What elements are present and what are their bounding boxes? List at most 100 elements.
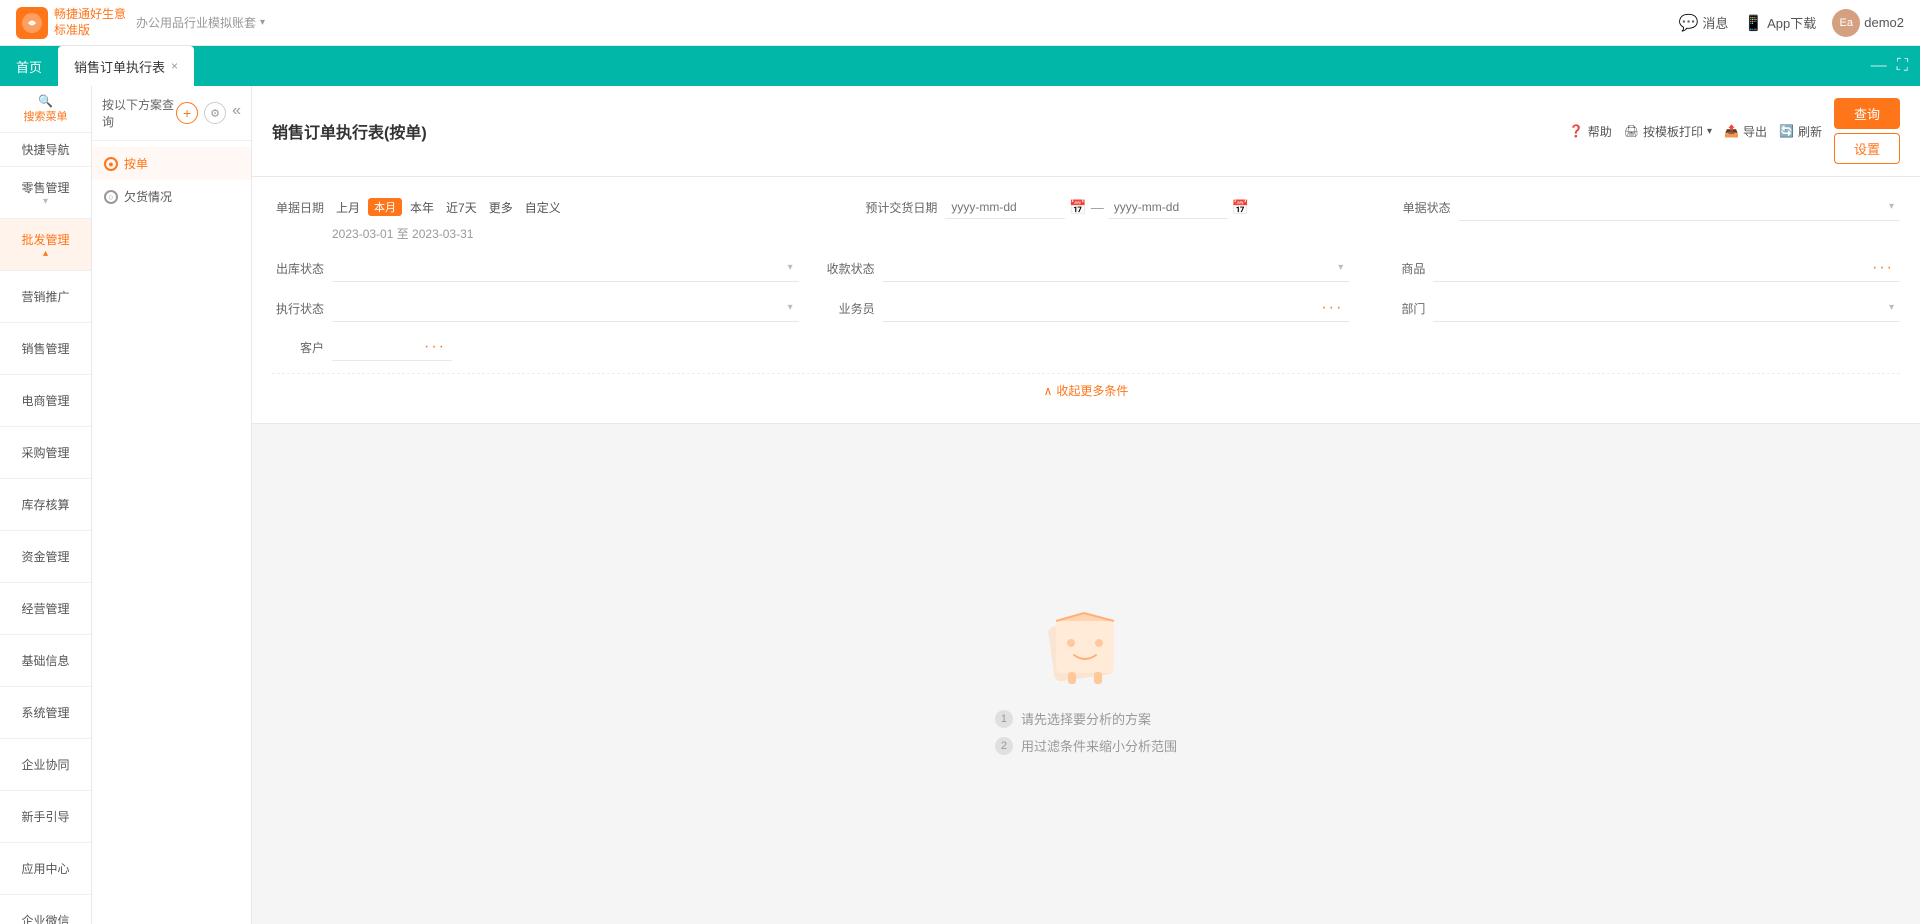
- salesman-more-icon[interactable]: ···: [1321, 299, 1343, 317]
- sidebar-item-ecommerce[interactable]: 电商管理: [0, 375, 91, 427]
- sidebar-item-nav[interactable]: 快捷导航: [0, 133, 91, 167]
- scheme-item-dot-active: ●: [104, 157, 118, 171]
- dept-field: 部门 ▾: [1373, 294, 1900, 322]
- export-icon: 📤: [1724, 124, 1739, 138]
- scheme-item-by-order[interactable]: ● 按单: [92, 147, 251, 180]
- export-btn[interactable]: 📤 导出: [1724, 123, 1767, 140]
- sidebar-item-search[interactable]: 🔍 搜索菜单: [0, 86, 91, 133]
- sidebar-item-finance[interactable]: 资金管理: [0, 531, 91, 583]
- sidebar-item-retail[interactable]: 零售管理 ▾: [0, 167, 91, 219]
- empty-illustration: [1036, 593, 1136, 693]
- logo-text: 畅捷通好生意 标准版: [54, 7, 126, 38]
- scheme-actions: + ⚙ «: [176, 102, 241, 124]
- date-option-more[interactable]: 更多: [485, 197, 517, 218]
- date-field-label: 单据日期: [272, 199, 324, 216]
- sidebar-item-marketing[interactable]: 营销推广: [0, 271, 91, 323]
- message-btn[interactable]: 💬 消息: [1678, 13, 1728, 33]
- empty-state: 1 请先选择要分析的方案 2 用过滤条件来缩小分析范围: [252, 424, 1920, 924]
- tab-home[interactable]: 首页: [0, 46, 58, 86]
- salesman-input-wrap: ···: [883, 295, 1350, 322]
- top-bar-left: 畅捷通好生意 标准版 办公用品行业模拟账套 ▾: [16, 7, 265, 39]
- goods-more-icon[interactable]: ···: [1872, 259, 1894, 277]
- scheme-config-icon: ⚙: [210, 107, 220, 120]
- sidebar-item-apps[interactable]: 应用中心: [0, 843, 91, 895]
- scheme-panel: 按以下方案查询 + ⚙ « ● 按单 ○ 欠货情况: [92, 86, 252, 924]
- status-select[interactable]: ▾: [1459, 193, 1900, 221]
- collapse-chevron-icon: ∧: [1044, 384, 1053, 398]
- date-option-7days[interactable]: 近7天: [442, 197, 481, 218]
- sidebar-item-purchase[interactable]: 采购管理: [0, 427, 91, 479]
- calendar-icon-right: 📅: [1232, 199, 1249, 216]
- template-print-icon: 🖨: [1624, 124, 1639, 138]
- sidebar-item-wechat[interactable]: 企业微信: [0, 895, 91, 924]
- outbound-select[interactable]: ▾: [332, 254, 799, 282]
- scheme-item-dot: ○: [104, 190, 118, 204]
- query-button[interactable]: 查询: [1834, 98, 1900, 129]
- logo-icon: [16, 7, 48, 39]
- exec-field: 执行状态 ▾: [272, 294, 799, 322]
- scheme-header: 按以下方案查询 + ⚙ «: [92, 96, 251, 141]
- sidebar: 🔍 搜索菜单 快捷导航 零售管理 ▾ 批发管理 ▴ 营销推广 销售管理 电商管理…: [0, 86, 92, 924]
- date-option-this-year[interactable]: 本年: [406, 197, 438, 218]
- user-profile[interactable]: Ea demo2: [1832, 9, 1904, 37]
- sidebar-item-guide[interactable]: 新手引导: [0, 791, 91, 843]
- exec-select[interactable]: ▾: [332, 294, 799, 322]
- page-header: 销售订单执行表(按单) ❓ 帮助 🖨 按模板打印 ▾ 📤 导出: [252, 86, 1920, 177]
- date-option-last-month[interactable]: 上月: [332, 197, 364, 218]
- filter-row-3: 执行状态 ▾ 业务员 ··· 部门: [272, 294, 1900, 322]
- date-option-custom[interactable]: 自定义: [521, 197, 565, 218]
- template-print-btn[interactable]: 🖨 按模板打印 ▾: [1624, 123, 1712, 140]
- calendar-icon-left: 📅: [1069, 199, 1086, 216]
- sidebar-item-system[interactable]: 系统管理: [0, 687, 91, 739]
- sidebar-item-inventory[interactable]: 库存核算: [0, 479, 91, 531]
- collapse-bar[interactable]: ∧ 收起更多条件: [272, 373, 1900, 407]
- refresh-icon: 🔄: [1779, 124, 1794, 138]
- scheme-add-btn[interactable]: +: [176, 102, 198, 124]
- goods-input-wrap: ···: [1433, 255, 1900, 282]
- customer-more-icon[interactable]: ···: [424, 338, 446, 356]
- sidebar-item-wholesale[interactable]: 批发管理 ▴: [0, 219, 91, 271]
- top-bar: 畅捷通好生意 标准版 办公用品行业模拟账套 ▾ 💬 消息 📱 App下载 Ea …: [0, 0, 1920, 46]
- expected-date-to[interactable]: [1108, 196, 1228, 219]
- sidebar-item-sales[interactable]: 销售管理: [0, 323, 91, 375]
- outbound-field: 出库状态 ▾: [272, 254, 799, 282]
- expected-date-label: 预计交货日期: [865, 199, 937, 216]
- help-btn[interactable]: ❓ 帮助: [1569, 123, 1612, 140]
- expected-date-from[interactable]: [945, 196, 1065, 219]
- payment-select[interactable]: ▾: [883, 254, 1350, 282]
- app-download-btn[interactable]: 📱 App下载: [1744, 13, 1816, 32]
- tab-close-icon[interactable]: ×: [171, 59, 178, 73]
- tab-sales-exec[interactable]: 销售订单执行表 ×: [58, 46, 194, 86]
- salesman-label: 业务员: [823, 300, 875, 317]
- date-range-dash: —: [1091, 200, 1104, 215]
- hint-num-1: 1: [995, 710, 1013, 728]
- avatar: Ea: [1832, 9, 1860, 37]
- tab-fullscreen-icon[interactable]: ⛶: [1897, 57, 1908, 75]
- date-row: 单据日期 上月 本月 本年 近7天 更多 自定义 预计交货日期: [272, 193, 1900, 221]
- refresh-btn[interactable]: 🔄 刷新: [1779, 123, 1822, 140]
- dept-dropdown-icon: ▾: [1889, 302, 1894, 313]
- scheme-config-btn[interactable]: ⚙: [204, 102, 226, 124]
- date-option-this-month[interactable]: 本月: [368, 198, 402, 216]
- outbound-label: 出库状态: [272, 260, 324, 277]
- dept-select[interactable]: ▾: [1433, 294, 1900, 322]
- breadcrumb[interactable]: 办公用品行业模拟账套 ▾: [136, 14, 265, 31]
- help-icon: ❓: [1569, 124, 1584, 138]
- filter-row-4: 客户 ···: [272, 334, 1900, 361]
- logo-area: 畅捷通好生意 标准版: [16, 7, 126, 39]
- sidebar-item-operations[interactable]: 经营管理: [0, 583, 91, 635]
- hint-num-2: 2: [995, 737, 1013, 755]
- breadcrumb-arrow-icon: ▾: [260, 17, 265, 28]
- setting-button[interactable]: 设置: [1834, 133, 1900, 164]
- tab-minimize-icon[interactable]: —: [1871, 57, 1887, 75]
- main-layout: 🔍 搜索菜单 快捷导航 零售管理 ▾ 批发管理 ▴ 营销推广 销售管理 电商管理…: [0, 86, 1920, 924]
- goods-field: 商品 ···: [1373, 255, 1900, 282]
- sidebar-item-collab[interactable]: 企业协同: [0, 739, 91, 791]
- scheme-collapse-btn[interactable]: «: [232, 102, 241, 124]
- app-download-icon: 📱: [1744, 14, 1763, 32]
- payment-dropdown-icon: ▾: [1338, 262, 1343, 273]
- scheme-item-shortage[interactable]: ○ 欠货情况: [92, 180, 251, 213]
- sidebar-item-basic[interactable]: 基础信息: [0, 635, 91, 687]
- salesman-field: 业务员 ···: [823, 295, 1350, 322]
- empty-hint-2: 2 用过滤条件来缩小分析范围: [995, 736, 1177, 755]
